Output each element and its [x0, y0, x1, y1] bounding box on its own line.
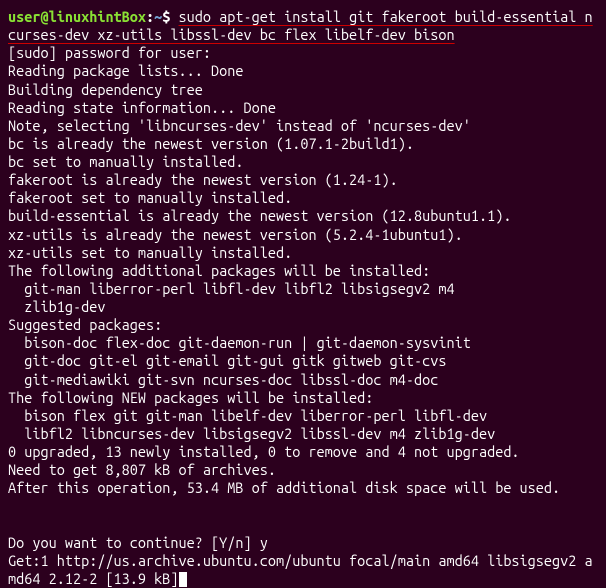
output-line: fakeroot is already the newest version (… — [8, 171, 398, 188]
output-line: bc set to manually installed. — [8, 153, 243, 170]
prompt-user: user@linuxhintBox — [8, 8, 146, 25]
output-line: The following NEW packages will be insta… — [8, 389, 373, 406]
output-line: [sudo] password for user: — [8, 44, 211, 61]
prompt-input[interactable]: Do you want to continue? [Y/n] y — [8, 534, 268, 551]
output-line: Need to get 8,807 kB of archives. — [8, 461, 276, 478]
output-line: git-doc git-el git-email git-gui gitk gi… — [8, 352, 447, 369]
output-line: bison flex git git-man libelf-dev liberr… — [8, 407, 487, 424]
output-line: bc is already the newest version (1.07.1… — [8, 135, 414, 152]
output-line: zlib1g-dev — [8, 298, 105, 315]
output-line: libfl2 libncurses-dev libsigsegv2 libssl… — [8, 425, 495, 442]
output-line: Building dependency tree — [8, 81, 203, 98]
output-line: 0 upgraded, 13 newly installed, 0 to rem… — [8, 443, 520, 460]
output-line: After this operation, 53.4 MB of additio… — [8, 479, 560, 496]
prompt-dollar: $ — [162, 8, 178, 25]
output-line: The following additional packages will b… — [8, 262, 430, 279]
output-line: Get:1 http://us.archive.ubuntu.com/ubunt… — [8, 552, 593, 587]
output-line: bison-doc flex-doc git-daemon-run | git-… — [8, 334, 471, 351]
output-line: git-mediawiki git-svn ncurses-doc libssl… — [8, 371, 438, 388]
cursor — [179, 572, 187, 587]
output-line: git-man liberror-perl libfl-dev libfl2 l… — [8, 280, 455, 297]
output-line: xz-utils set to manually installed. — [8, 244, 292, 261]
output-line: build-essential is already the newest ve… — [8, 207, 511, 224]
output-line: xz-utils is already the newest version (… — [8, 226, 463, 243]
output-line: Note, selecting 'libncurses-dev' instead… — [8, 117, 471, 134]
output-line: Suggested packages: — [8, 316, 162, 333]
output-line: fakeroot set to manually installed. — [8, 189, 292, 206]
output-line: Reading package lists... Done — [8, 62, 243, 79]
output-line: Reading state information... Done — [8, 99, 276, 116]
prompt-colon: : — [146, 8, 154, 25]
